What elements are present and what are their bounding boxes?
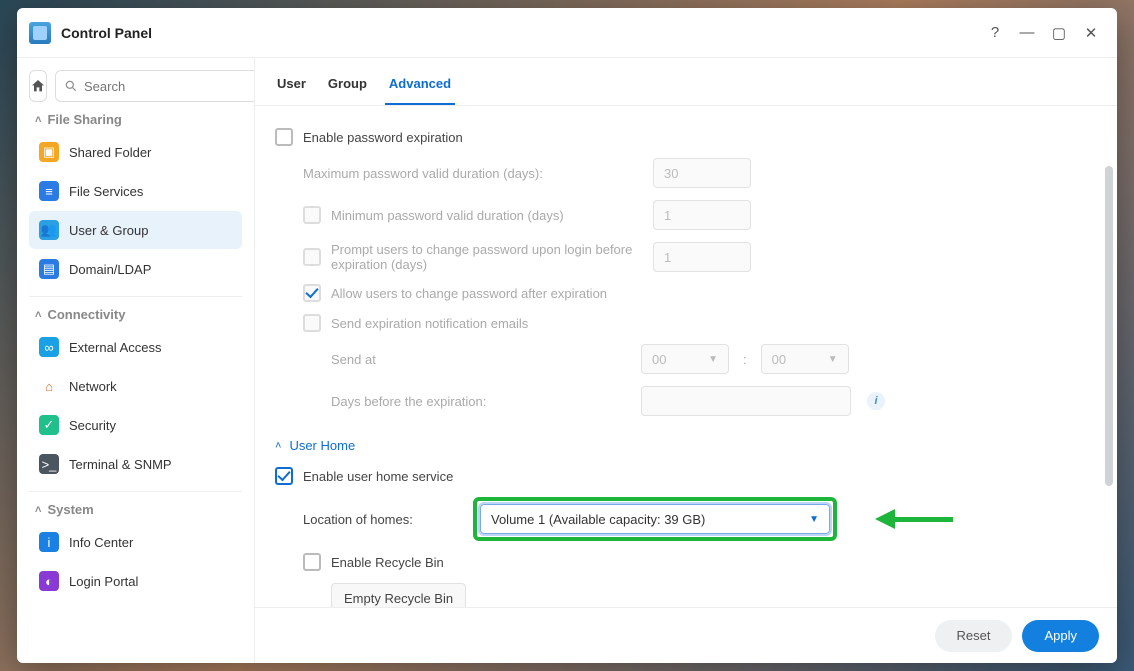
chevron-up-icon: ˄ [35, 309, 41, 321]
app-icon [29, 22, 51, 44]
section-system[interactable]: ˄System [35, 502, 236, 517]
users-icon: 👥 [39, 220, 59, 240]
book-icon: ▤ [39, 259, 59, 279]
chevron-down-icon: ▼ [708, 354, 718, 365]
window: Control Panel ? — ▢ ✕ ˄File Sharing ▣Sha… [17, 8, 1117, 663]
select-location-homes[interactable]: Volume 1 (Available capacity: 39 GB) ▼ [480, 504, 830, 534]
home-icon [30, 78, 46, 94]
label-allow-change: Allow users to change password after exp… [331, 286, 607, 301]
help-icon[interactable]: ? [981, 19, 1009, 47]
footer: Reset Apply [255, 607, 1117, 663]
minimize-icon[interactable]: — [1013, 19, 1041, 47]
app-title: Control Panel [61, 25, 152, 41]
terminal-icon: >_ [39, 454, 59, 474]
sidebar-item-terminal-snmp[interactable]: >_Terminal & SNMP [29, 445, 242, 483]
sidebar-item-domain-ldap[interactable]: ▤Domain/LDAP [29, 250, 242, 288]
input-max-duration: 30 [653, 158, 751, 188]
tab-advanced[interactable]: Advanced [385, 70, 455, 105]
shield-icon: ✓ [39, 415, 59, 435]
section-connectivity[interactable]: ˄Connectivity [35, 307, 236, 322]
sidebar-item-security[interactable]: ✓Security [29, 406, 242, 444]
label-send-notif: Send expiration notification emails [331, 316, 528, 331]
tab-user[interactable]: User [273, 70, 310, 105]
title-bar: Control Panel ? — ▢ ✕ [17, 8, 1117, 58]
content-area: Enable password expiration Maximum passw… [255, 106, 1117, 607]
apply-button[interactable]: Apply [1022, 620, 1099, 652]
search-input[interactable] [55, 70, 255, 102]
reset-button[interactable]: Reset [935, 620, 1013, 652]
input-days-before [641, 386, 851, 416]
sidebar-item-user-group[interactable]: 👥User & Group [29, 211, 242, 249]
maximize-icon[interactable]: ▢ [1045, 19, 1073, 47]
annotation-arrow [863, 511, 953, 527]
checkbox-allow-change [303, 284, 321, 302]
chevron-down-icon: ▼ [828, 354, 838, 365]
sidebar-item-info-center[interactable]: iInfo Center [29, 523, 242, 561]
sidebar-item-external-access[interactable]: ∞External Access [29, 328, 242, 366]
main-panel: User Group Advanced Enable password expi… [255, 58, 1117, 663]
checkbox-send-notif [303, 314, 321, 332]
label-location: Location of homes: [303, 512, 453, 527]
chevron-up-icon: ˄ [275, 440, 281, 452]
search-field[interactable] [84, 79, 255, 94]
network-icon: ⌂ [39, 376, 59, 396]
sidebar-item-file-services[interactable]: ≡File Services [29, 172, 242, 210]
label-enable-user-home: Enable user home service [303, 469, 453, 484]
label-days-before: Days before the expiration: [331, 394, 631, 409]
search-icon [64, 79, 78, 93]
close-icon[interactable]: ✕ [1077, 19, 1105, 47]
info-icon[interactable]: i [867, 392, 885, 410]
label-prompt-change: Prompt users to change password upon log… [331, 242, 643, 272]
home-button[interactable] [29, 70, 47, 102]
file-icon: ≡ [39, 181, 59, 201]
label-enable-expiration: Enable password expiration [303, 130, 463, 145]
input-prompt-change: 1 [653, 242, 751, 272]
checkbox-enable-user-home[interactable] [275, 467, 293, 485]
tab-group[interactable]: Group [324, 70, 371, 105]
section-file-sharing[interactable]: ˄File Sharing [35, 112, 236, 127]
input-min-duration: 1 [653, 200, 751, 230]
chevron-up-icon: ˄ [35, 114, 41, 126]
label-send-at: Send at [331, 352, 631, 367]
checkbox-enable-expiration[interactable] [275, 128, 293, 146]
portal-icon: ◐ [39, 571, 59, 591]
checkbox-enable-recycle[interactable] [303, 553, 321, 571]
sidebar-item-login-portal[interactable]: ◐Login Portal [29, 562, 242, 600]
label-min-duration: Minimum password valid duration (days) [331, 208, 643, 223]
info-icon: i [39, 532, 59, 552]
select-send-min: 00▼ [761, 344, 849, 374]
link-icon: ∞ [39, 337, 59, 357]
label-max-duration: Maximum password valid duration (days): [303, 166, 643, 181]
folder-icon: ▣ [39, 142, 59, 162]
select-send-hour: 00▼ [641, 344, 729, 374]
tab-bar: User Group Advanced [255, 58, 1117, 106]
checkbox-prompt-change [303, 248, 321, 266]
sidebar: ˄File Sharing ▣Shared Folder ≡File Servi… [17, 58, 255, 663]
label-enable-recycle: Enable Recycle Bin [331, 555, 444, 570]
checkbox-min-duration [303, 206, 321, 224]
chevron-down-icon: ▼ [809, 514, 819, 525]
sidebar-item-network[interactable]: ⌂Network [29, 367, 242, 405]
sidebar-item-shared-folder[interactable]: ▣Shared Folder [29, 133, 242, 171]
chevron-up-icon: ˄ [35, 504, 41, 516]
button-empty-recycle[interactable]: Empty Recycle Bin [331, 583, 466, 607]
highlight-box: Volume 1 (Available capacity: 39 GB) ▼ [473, 497, 837, 541]
section-user-home[interactable]: ˄User Home [275, 438, 1097, 453]
